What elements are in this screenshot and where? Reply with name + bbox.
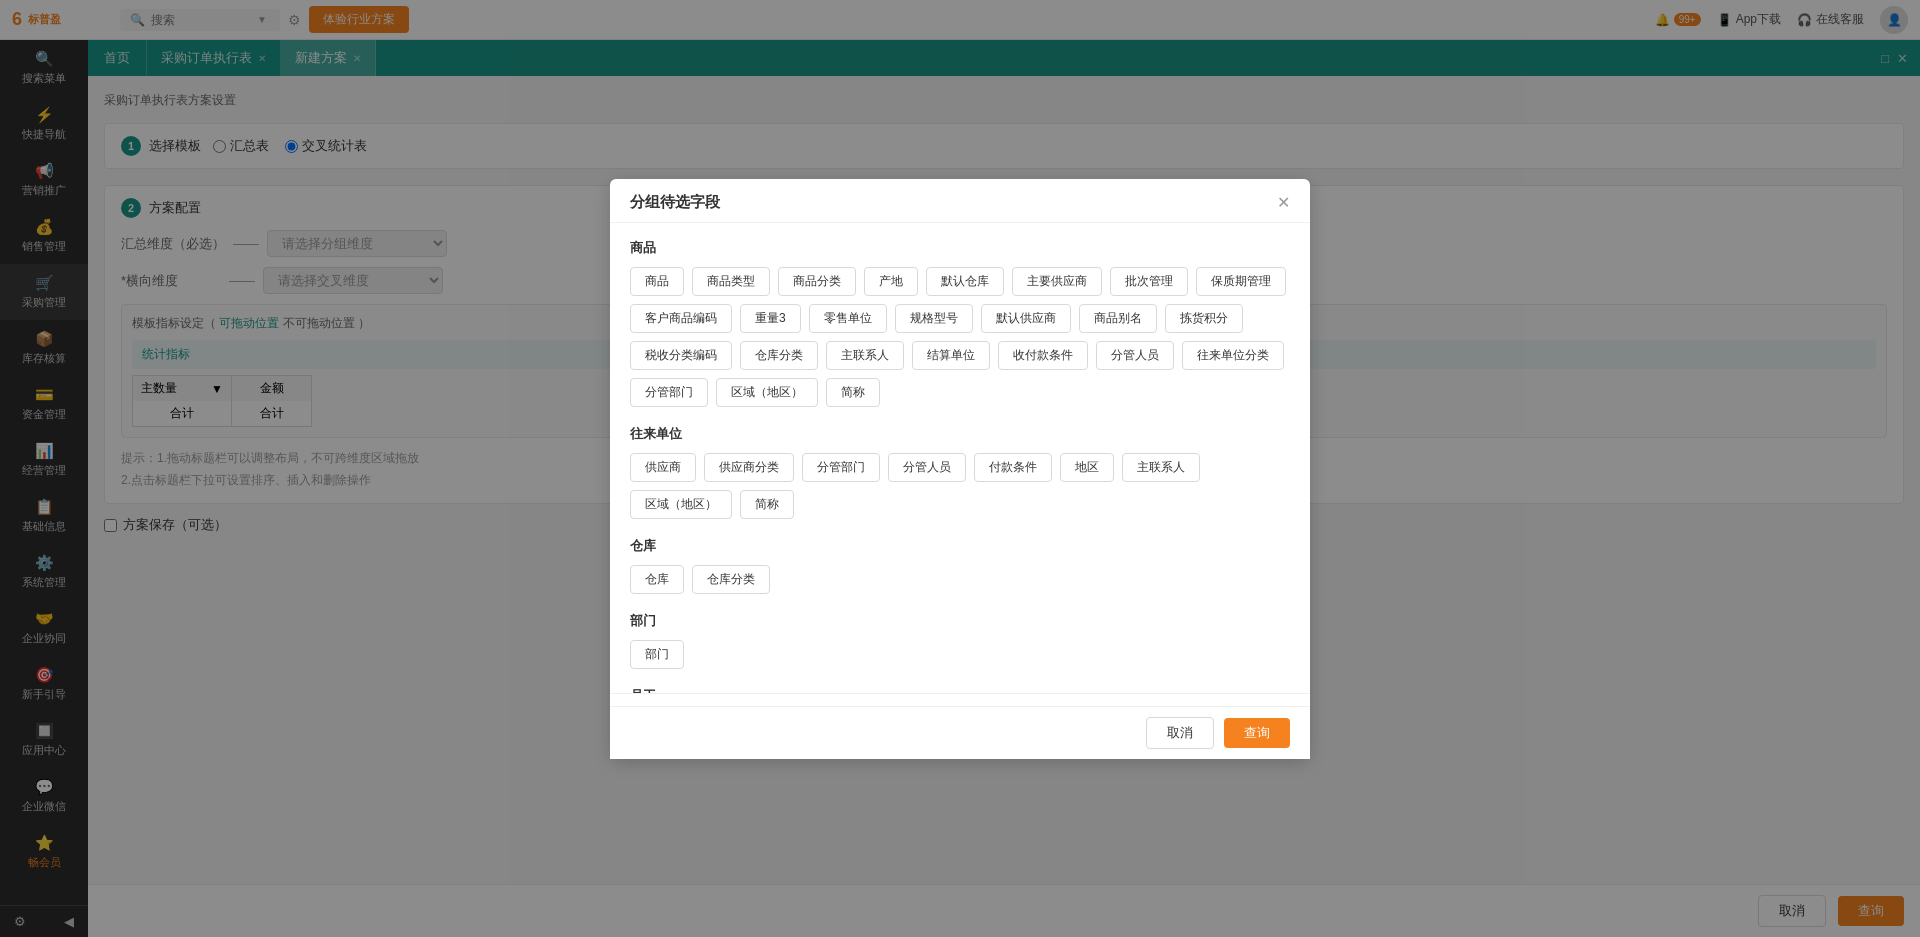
field-chip[interactable]: 税收分类编码 [630,341,732,370]
field-chip[interactable]: 简称 [740,490,794,519]
field-chip[interactable]: 重量3 [740,304,801,333]
field-chip[interactable]: 默认供应商 [981,304,1071,333]
field-chip[interactable]: 付款条件 [974,453,1052,482]
field-chip[interactable]: 仓库 [630,565,684,594]
field-chip[interactable]: 商品别名 [1079,304,1157,333]
modal-footer: 取消 查询 [610,706,1310,759]
field-chip[interactable]: 零售单位 [809,304,887,333]
field-chip[interactable]: 主联系人 [1122,453,1200,482]
field-chip[interactable]: 仓库分类 [740,341,818,370]
section-partner-title: 往来单位 [630,425,1290,443]
field-chip[interactable]: 默认仓库 [926,267,1004,296]
modal-header: 分组待选字段 ✕ [610,179,1310,223]
field-chip[interactable]: 主联系人 [826,341,904,370]
field-chip[interactable]: 分管人员 [1096,341,1174,370]
section-goods-title: 商品 [630,239,1290,257]
section-department: 部门 部门 [630,612,1290,669]
modal-confirm-button[interactable]: 查询 [1224,718,1290,748]
section-warehouse: 仓库 仓库 仓库分类 [630,537,1290,594]
field-chip[interactable]: 主要供应商 [1012,267,1102,296]
modal-overlay: 分组待选字段 ✕ 商品 商品 商品类型 商品分类 产地 默认仓库 主要供应商 批… [0,0,1920,937]
field-chip[interactable]: 简称 [826,378,880,407]
field-chip[interactable]: 分管部门 [802,453,880,482]
modal-close-icon[interactable]: ✕ [1277,193,1290,212]
modal-body[interactable]: 商品 商品 商品类型 商品分类 产地 默认仓库 主要供应商 批次管理 保质期管理… [610,223,1310,693]
field-chip[interactable]: 收付款条件 [998,341,1088,370]
field-chip[interactable]: 供应商 [630,453,696,482]
field-chip[interactable]: 批次管理 [1110,267,1188,296]
section-goods: 商品 商品 商品类型 商品分类 产地 默认仓库 主要供应商 批次管理 保质期管理… [630,239,1290,407]
section-department-title: 部门 [630,612,1290,630]
field-chip[interactable]: 地区 [1060,453,1114,482]
field-chip[interactable]: 仓库分类 [692,565,770,594]
section-partner: 往来单位 供应商 供应商分类 分管部门 分管人员 付款条件 地区 主联系人 区域… [630,425,1290,519]
field-chip[interactable]: 结算单位 [912,341,990,370]
field-chip[interactable]: 保质期管理 [1196,267,1286,296]
field-chip[interactable]: 商品分类 [778,267,856,296]
modal: 分组待选字段 ✕ 商品 商品 商品类型 商品分类 产地 默认仓库 主要供应商 批… [610,179,1310,759]
field-chip[interactable]: 区域（地区） [630,490,732,519]
field-chip[interactable]: 产地 [864,267,918,296]
field-chip[interactable]: 商品 [630,267,684,296]
field-chip[interactable]: 往来单位分类 [1182,341,1284,370]
field-chip[interactable]: 拣货积分 [1165,304,1243,333]
field-chip[interactable]: 区域（地区） [716,378,818,407]
modal-cancel-button[interactable]: 取消 [1146,717,1214,749]
field-chip[interactable]: 分管人员 [888,453,966,482]
field-chip[interactable]: 客户商品编码 [630,304,732,333]
field-chip[interactable]: 分管部门 [630,378,708,407]
field-chip[interactable]: 商品类型 [692,267,770,296]
field-chip[interactable]: 部门 [630,640,684,669]
section-warehouse-title: 仓库 [630,537,1290,555]
field-chip[interactable]: 供应商分类 [704,453,794,482]
modal-title: 分组待选字段 [630,193,720,212]
field-chip[interactable]: 规格型号 [895,304,973,333]
